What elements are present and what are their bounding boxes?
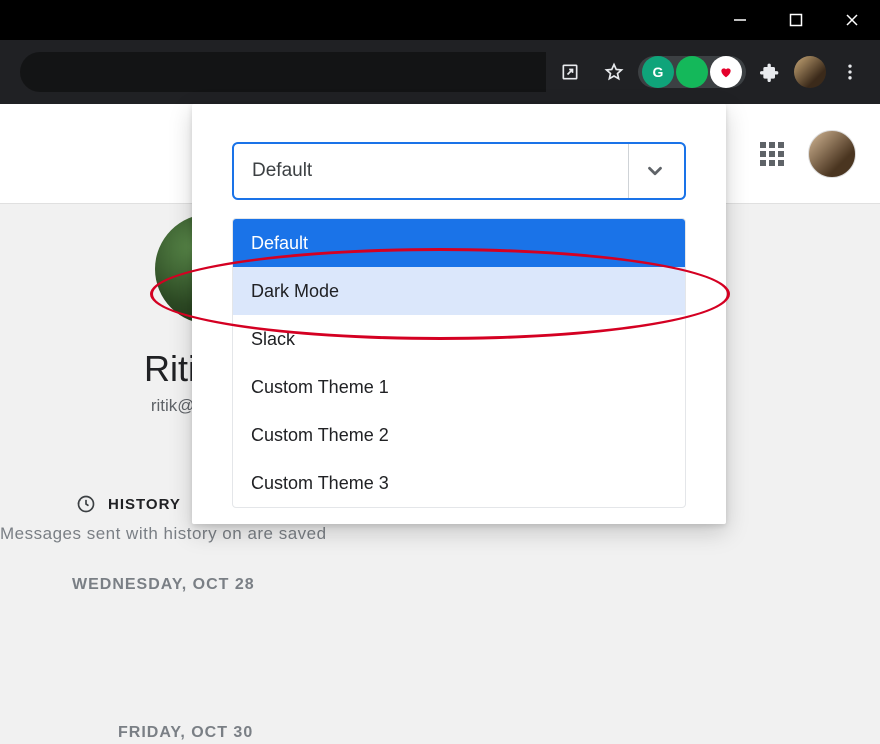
theme-option-custom-2[interactable]: Custom Theme 2 bbox=[233, 411, 685, 459]
bookmark-star-icon[interactable] bbox=[594, 52, 634, 92]
history-clock-icon bbox=[76, 494, 96, 514]
theme-option-slack[interactable]: Slack bbox=[233, 315, 685, 363]
close-button[interactable] bbox=[824, 0, 880, 40]
history-message: Messages sent with history on are saved bbox=[0, 524, 327, 544]
theme-option-default[interactable]: Default bbox=[233, 219, 685, 267]
maximize-button[interactable] bbox=[768, 0, 824, 40]
extension-green-dot-icon[interactable] bbox=[676, 56, 708, 88]
theme-option-custom-1[interactable]: Custom Theme 1 bbox=[233, 363, 685, 411]
theme-dropdown-panel: Default Default Dark Mode Slack Custom T… bbox=[192, 104, 726, 524]
extension-heart-bubble-icon[interactable] bbox=[710, 56, 742, 88]
date-separator-2: FRIDAY, OCT 30 bbox=[118, 724, 253, 742]
more-menu-icon[interactable] bbox=[830, 52, 870, 92]
theme-options-list: Default Dark Mode Slack Custom Theme 1 C… bbox=[232, 218, 686, 508]
extension-grammarly-icon[interactable]: G bbox=[642, 56, 674, 88]
open-in-new-icon[interactable] bbox=[550, 52, 590, 92]
profile-avatar-mini[interactable] bbox=[794, 56, 826, 88]
extensions-puzzle-icon[interactable] bbox=[750, 52, 790, 92]
theme-option-custom-3[interactable]: Custom Theme 3 bbox=[233, 459, 685, 507]
theme-select-value: Default bbox=[252, 160, 312, 182]
google-apps-icon[interactable] bbox=[760, 142, 784, 166]
extension-group: G bbox=[638, 56, 746, 88]
theme-select[interactable]: Default bbox=[232, 142, 686, 200]
theme-option-dark-mode[interactable]: Dark Mode bbox=[233, 267, 685, 315]
date-separator-1: WEDNESDAY, OCT 28 bbox=[72, 576, 255, 594]
window-titlebar bbox=[0, 0, 880, 40]
account-avatar[interactable] bbox=[808, 130, 856, 178]
history-heading: HISTORY bbox=[108, 496, 181, 513]
history-heading-row: HISTORY bbox=[76, 494, 181, 514]
address-bar[interactable] bbox=[20, 52, 546, 92]
minimize-button[interactable] bbox=[712, 0, 768, 40]
browser-toolbar: G bbox=[0, 40, 880, 104]
chevron-down-icon bbox=[628, 144, 680, 198]
